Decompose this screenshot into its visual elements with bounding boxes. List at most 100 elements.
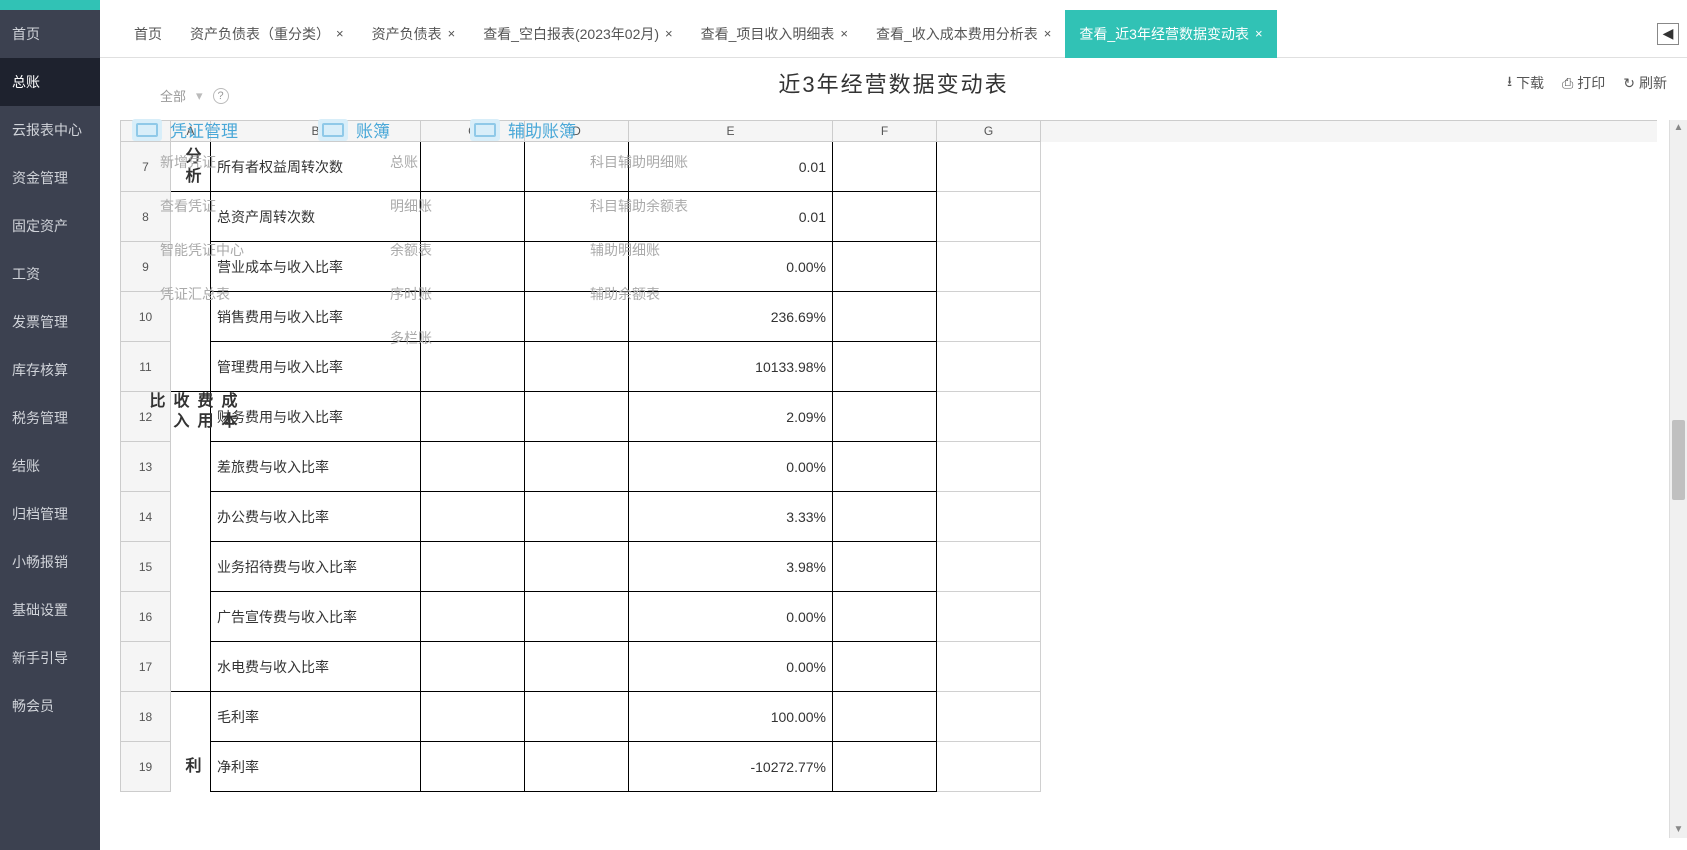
cell[interactable] [421, 592, 525, 642]
cell[interactable] [421, 692, 525, 742]
cell[interactable] [937, 592, 1041, 642]
value-cell[interactable]: 2.09% [629, 392, 833, 442]
value-cell[interactable]: 0.00% [629, 642, 833, 692]
cell[interactable] [421, 192, 525, 242]
cell[interactable] [833, 292, 937, 342]
print-button[interactable]: ⎙打印 [1562, 71, 1605, 95]
cell[interactable] [421, 642, 525, 692]
refresh-button[interactable]: ↻刷新 [1623, 71, 1667, 95]
metric-name-cell[interactable]: 差旅费与收入比率 [211, 442, 421, 492]
cell[interactable] [833, 692, 937, 742]
cell[interactable] [833, 742, 937, 792]
cell[interactable] [937, 292, 1041, 342]
download-button[interactable]: ⭳下载 [1507, 71, 1544, 95]
metric-name-cell[interactable]: 销售费用与收入比率 [211, 292, 421, 342]
tab-income-cost[interactable]: 查看_收入成本费用分析表× [862, 10, 1065, 58]
sidebar-item-home[interactable]: 首页 [0, 10, 100, 58]
tab-home[interactable]: 首页 [120, 10, 176, 58]
corner-cell[interactable] [121, 121, 171, 142]
cell[interactable] [421, 292, 525, 342]
cell[interactable] [525, 142, 629, 192]
close-icon[interactable]: × [448, 26, 456, 41]
cell[interactable] [937, 392, 1041, 442]
cell[interactable] [525, 642, 629, 692]
metric-name-cell[interactable]: 净利率 [211, 742, 421, 792]
cell[interactable] [833, 442, 937, 492]
value-cell[interactable]: 3.33% [629, 492, 833, 542]
sidebar-item-guide[interactable]: 新手引导 [0, 634, 100, 682]
row-header[interactable]: 19 [121, 742, 171, 792]
sidebar-item-ledger[interactable]: 总账 [0, 58, 100, 106]
cell[interactable] [421, 392, 525, 442]
cell[interactable] [421, 442, 525, 492]
cell[interactable] [421, 542, 525, 592]
value-cell[interactable]: 0.00% [629, 242, 833, 292]
cell[interactable] [421, 492, 525, 542]
cell[interactable] [937, 692, 1041, 742]
col-header-e[interactable]: E [629, 121, 833, 142]
col-header-b[interactable]: B [211, 121, 421, 142]
value-cell[interactable]: -10272.77% [629, 742, 833, 792]
cell[interactable] [525, 292, 629, 342]
col-header-c[interactable]: C [421, 121, 525, 142]
value-cell[interactable]: 10133.98% [629, 342, 833, 392]
sidebar-item-closing[interactable]: 结账 [0, 442, 100, 490]
col-header-d[interactable]: D [525, 121, 629, 142]
col-header-g[interactable]: G [937, 121, 1041, 142]
sidebar-item-archive[interactable]: 归档管理 [0, 490, 100, 538]
sidebar-item-tax[interactable]: 税务管理 [0, 394, 100, 442]
row-header[interactable]: 16 [121, 592, 171, 642]
tab-blank-report[interactable]: 查看_空白报表(2023年02月)× [469, 10, 686, 58]
metric-name-cell[interactable]: 毛利率 [211, 692, 421, 742]
cell[interactable] [421, 242, 525, 292]
row-header[interactable]: 13 [121, 442, 171, 492]
close-icon[interactable]: × [665, 26, 673, 41]
close-icon[interactable]: × [1255, 26, 1263, 41]
scroll-up-icon[interactable]: ▲ [1670, 120, 1687, 136]
cell[interactable] [525, 692, 629, 742]
cell[interactable] [833, 592, 937, 642]
cell[interactable] [525, 342, 629, 392]
row-header[interactable]: 7 [121, 142, 171, 192]
value-cell[interactable]: 0.01 [629, 142, 833, 192]
row-header[interactable]: 15 [121, 542, 171, 592]
metric-name-cell[interactable]: 办公费与收入比率 [211, 492, 421, 542]
value-cell[interactable]: 0.00% [629, 592, 833, 642]
row-header[interactable]: 10 [121, 292, 171, 342]
tab-3year-change[interactable]: 查看_近3年经营数据变动表× [1065, 10, 1276, 58]
tab-project-income[interactable]: 查看_项目收入明细表× [687, 10, 862, 58]
metric-name-cell[interactable]: 所有者权益周转次数 [211, 142, 421, 192]
row-header[interactable]: 11 [121, 342, 171, 392]
metric-name-cell[interactable]: 业务招待费与收入比率 [211, 542, 421, 592]
metric-name-cell[interactable]: 总资产周转次数 [211, 192, 421, 242]
cell[interactable] [525, 392, 629, 442]
cell[interactable] [937, 492, 1041, 542]
cell[interactable] [937, 242, 1041, 292]
cell[interactable] [525, 242, 629, 292]
cell[interactable] [525, 742, 629, 792]
cell[interactable] [937, 442, 1041, 492]
scroll-down-icon[interactable]: ▼ [1670, 822, 1687, 838]
cell[interactable] [937, 542, 1041, 592]
cell[interactable] [937, 642, 1041, 692]
metric-name-cell[interactable]: 管理费用与收入比率 [211, 342, 421, 392]
metric-name-cell[interactable]: 水电费与收入比率 [211, 642, 421, 692]
sidebar-item-invoice[interactable]: 发票管理 [0, 298, 100, 346]
value-cell[interactable]: 236.69% [629, 292, 833, 342]
close-icon[interactable]: × [336, 26, 344, 41]
cell[interactable] [937, 142, 1041, 192]
vertical-scrollbar[interactable]: ▲ ▼ [1669, 120, 1687, 838]
row-header[interactable]: 17 [121, 642, 171, 692]
sidebar-item-reimburse[interactable]: 小畅报销 [0, 538, 100, 586]
col-header-a[interactable]: A [171, 121, 211, 142]
cell[interactable] [937, 342, 1041, 392]
value-cell[interactable]: 100.00% [629, 692, 833, 742]
metric-name-cell[interactable]: 财务费用与收入比率 [211, 392, 421, 442]
metric-name-cell[interactable]: 广告宣传费与收入比率 [211, 592, 421, 642]
cell[interactable] [833, 642, 937, 692]
sidebar-item-settings[interactable]: 基础设置 [0, 586, 100, 634]
cell[interactable] [833, 392, 937, 442]
cell[interactable] [937, 192, 1041, 242]
cell[interactable] [833, 142, 937, 192]
cell[interactable] [525, 542, 629, 592]
